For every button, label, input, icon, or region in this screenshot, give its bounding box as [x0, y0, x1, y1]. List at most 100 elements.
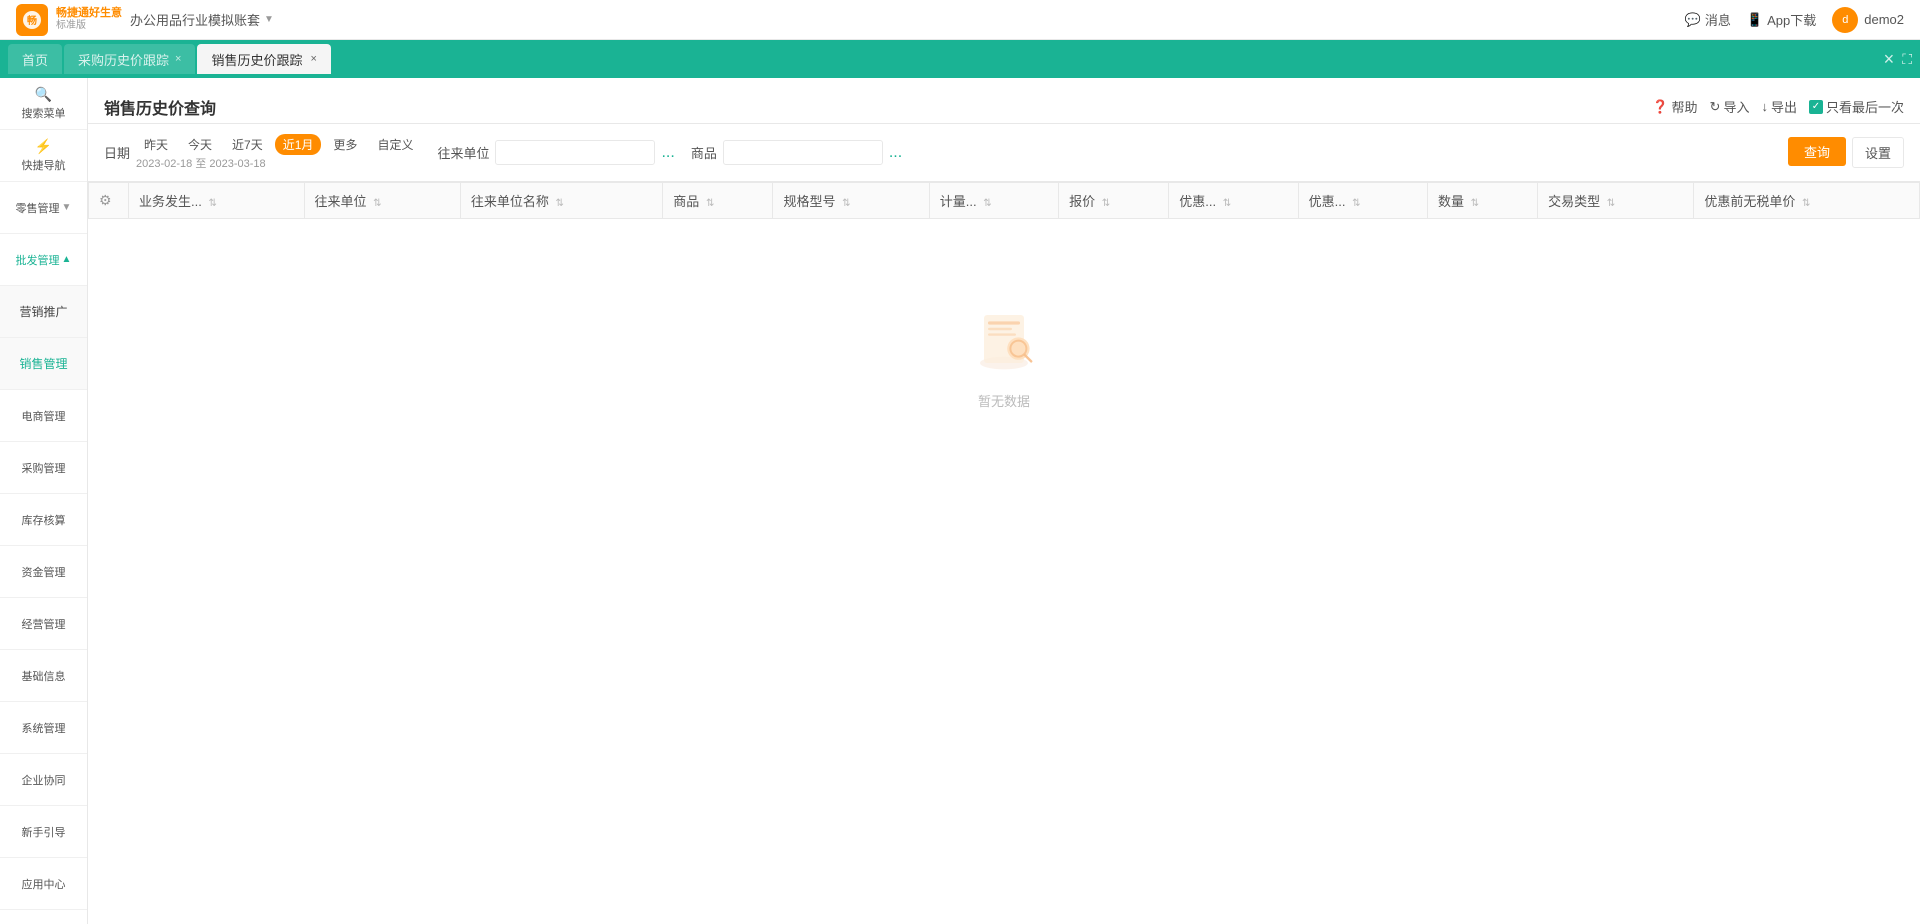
sort-icon-partner-name: ⇅ — [555, 198, 563, 209]
tab-sales-history[interactable]: 销售历史价跟踪 × — [197, 44, 330, 74]
th-partner-code[interactable]: 往来单位 ⇅ — [304, 183, 460, 219]
date-pill-yesterday[interactable]: 昨天 — [136, 134, 176, 155]
sort-icon-pretax-price: ⇅ — [1802, 198, 1810, 209]
sidebar-sub-wholesale: 营销推广 销售管理 — [0, 286, 87, 390]
filter-actions: 查询 设置 — [1788, 137, 1904, 168]
sidebar-item-enterprise-collab[interactable]: 企业协同 — [0, 754, 87, 806]
sort-icon-unit: ⇅ — [983, 198, 991, 209]
only-last-toggle[interactable]: ✓ 只看最后一次 — [1809, 97, 1904, 116]
th-product[interactable]: 商品 ⇅ — [663, 183, 773, 219]
sidebar-item-retail-mgmt[interactable]: 零售管理 ▼ — [0, 182, 87, 234]
export-icon: ↓ — [1761, 99, 1768, 114]
chevron-down-icon: ▼ — [264, 14, 274, 25]
sidebar-item-purchase-mgmt[interactable]: 采购管理 — [0, 442, 87, 494]
sidebar-item-wholesale-mgmt[interactable]: 批发管理 ▲ — [0, 234, 87, 286]
sidebar-item-system-mgmt[interactable]: 系统管理 — [0, 702, 87, 754]
empty-text: 暂无数据 — [978, 391, 1030, 410]
th-quantity[interactable]: 数量 ⇅ — [1427, 183, 1537, 219]
maximize-btn[interactable]: ⛶ — [1902, 51, 1912, 68]
date-pill-more[interactable]: 更多 — [325, 134, 365, 155]
purchase-history-tab-close[interactable]: × — [175, 53, 181, 65]
sidebar-item-ops-mgmt[interactable]: 经营管理 — [0, 598, 87, 650]
tabs-bar: 首页 采购历史价跟踪 × 销售历史价跟踪 × × ⛶ — [0, 40, 1920, 78]
th-trade-type[interactable]: 交易类型 ⇅ — [1538, 183, 1694, 219]
app-selector[interactable]: 办公用品行业模拟账套 ▼ — [130, 10, 274, 29]
download-icon: 📱 — [1747, 12, 1763, 28]
sidebar-item-finance-mgmt[interactable]: 资金管理 — [0, 546, 87, 598]
close-window-btn[interactable]: × — [1884, 49, 1895, 70]
th-biz-date[interactable]: 业务发生... ⇅ — [129, 183, 305, 219]
page-header: 销售历史价查询 ❓ 帮助 ↻ 导入 ↓ 导出 ✓ — [88, 78, 1920, 124]
page-title: 销售历史价查询 — [104, 95, 216, 119]
partner-dots-btn[interactable]: ... — [661, 144, 674, 162]
avatar: d — [1832, 7, 1858, 33]
product-input[interactable] — [723, 140, 883, 165]
gear-icon[interactable]: ⚙ — [99, 192, 112, 208]
sidebar-label-app-center: 应用中心 — [22, 876, 66, 892]
product-filter-label: 商品 — [691, 143, 717, 162]
th-partner-name[interactable]: 往来单位名称 ⇅ — [460, 183, 662, 219]
data-table: ⚙ 业务发生... ⇅ 往来单位 ⇅ 往来单位名称 — [88, 182, 1920, 219]
partner-filter-label: 往来单位 — [437, 143, 489, 162]
th-discount2[interactable]: 优惠... ⇅ — [1298, 183, 1427, 219]
th-spec[interactable]: 规格型号 ⇅ — [773, 183, 929, 219]
sort-icon-product: ⇅ — [706, 198, 714, 209]
date-filter-group: 日期 昨天 今天 近7天 近1月 更多 自定义 2023-02-18 至 202… — [104, 134, 421, 171]
sort-icon-spec: ⇅ — [842, 198, 850, 209]
sidebar-label-finance-mgmt: 资金管理 — [22, 564, 66, 580]
sidebar-item-app-center[interactable]: 应用中心 — [0, 858, 87, 910]
sidebar-label-sales-mgmt: 销售管理 — [19, 355, 67, 372]
partner-input[interactable] — [495, 140, 655, 165]
sidebar-item-sales-mgmt[interactable]: 销售管理 — [0, 338, 87, 390]
export-btn[interactable]: ↓ 导出 — [1761, 97, 1797, 116]
sort-icon-discount1: ⇅ — [1223, 198, 1231, 209]
sales-history-tab-close[interactable]: × — [310, 53, 316, 65]
page-header-actions: ❓ 帮助 ↻ 导入 ↓ 导出 ✓ 只看最后一次 — [1652, 97, 1904, 116]
sidebar-label-new-guide: 新手引导 — [22, 824, 66, 840]
import-btn[interactable]: ↻ 导入 — [1710, 97, 1750, 116]
date-pill-last1m[interactable]: 近1月 — [275, 134, 322, 155]
setting-button[interactable]: 设置 — [1852, 137, 1904, 168]
main-layout: 🔍 搜索菜单 ⚡ 快捷导航 零售管理 ▼ 批发管理 ▲ 营销推广 销售管理 电商… — [0, 78, 1920, 924]
quick-nav-icon: ⚡ — [35, 138, 52, 155]
sidebar-item-new-guide[interactable]: 新手引导 — [0, 806, 87, 858]
sidebar-item-ecommerce-mgmt[interactable]: 电商管理 — [0, 390, 87, 442]
purchase-history-tab-label: 采购历史价跟踪 — [78, 50, 169, 69]
app-download-btn[interactable]: 📱 App下载 — [1747, 10, 1816, 29]
date-pills: 昨天 今天 近7天 近1月 更多 自定义 — [136, 134, 421, 155]
home-tab-label: 首页 — [22, 50, 48, 69]
message-btn[interactable]: 💬 消息 — [1685, 10, 1731, 29]
user-menu[interactable]: d demo2 — [1832, 7, 1904, 33]
sidebar-item-inventory[interactable]: 库存核算 — [0, 494, 87, 546]
th-discount1[interactable]: 优惠... ⇅ — [1169, 183, 1298, 219]
date-pill-custom[interactable]: 自定义 — [369, 134, 421, 155]
sidebar-label-basic-info: 基础信息 — [22, 668, 66, 684]
sort-icon-discount2: ⇅ — [1352, 198, 1360, 209]
date-pill-today[interactable]: 今天 — [180, 134, 220, 155]
logo-text: 畅捷通好生意 — [56, 7, 122, 20]
checkbox-icon: ✓ — [1809, 100, 1823, 114]
th-price[interactable]: 报价 ⇅ — [1059, 183, 1169, 219]
th-unit[interactable]: 计量... ⇅ — [929, 183, 1058, 219]
logo-sublabel: 标准版 — [56, 20, 122, 32]
sort-icon-trade-type: ⇅ — [1607, 198, 1615, 209]
sidebar-item-search-menu[interactable]: 🔍 搜索菜单 — [0, 78, 87, 130]
sidebar-label-retail-mgmt: 零售管理 — [16, 200, 60, 216]
import-icon: ↻ — [1710, 99, 1721, 115]
date-pill-last7[interactable]: 近7天 — [224, 134, 271, 155]
sidebar-item-basic-info[interactable]: 基础信息 — [0, 650, 87, 702]
sidebar-item-enterprise-wechat[interactable]: 企业微信 — [0, 910, 87, 924]
search-menu-icon: 🔍 — [35, 86, 52, 103]
help-btn[interactable]: ❓ 帮助 — [1652, 97, 1697, 116]
help-icon: ❓ — [1652, 99, 1668, 115]
sort-icon-quantity: ⇅ — [1471, 198, 1479, 209]
sidebar-item-quick-nav[interactable]: ⚡ 快捷导航 — [0, 130, 87, 182]
sidebar-item-marketing[interactable]: 营销推广 — [0, 286, 87, 338]
tab-purchase-history[interactable]: 采购历史价跟踪 × — [64, 44, 195, 74]
th-pretax-price[interactable]: 优惠前无税单价 ⇅ — [1694, 183, 1920, 219]
sidebar-label-ops-mgmt: 经营管理 — [22, 616, 66, 632]
content-area: 销售历史价查询 ❓ 帮助 ↻ 导入 ↓ 导出 ✓ — [88, 78, 1920, 924]
product-dots-btn[interactable]: ... — [889, 144, 902, 162]
tab-home[interactable]: 首页 — [8, 44, 62, 74]
query-button[interactable]: 查询 — [1788, 137, 1846, 166]
